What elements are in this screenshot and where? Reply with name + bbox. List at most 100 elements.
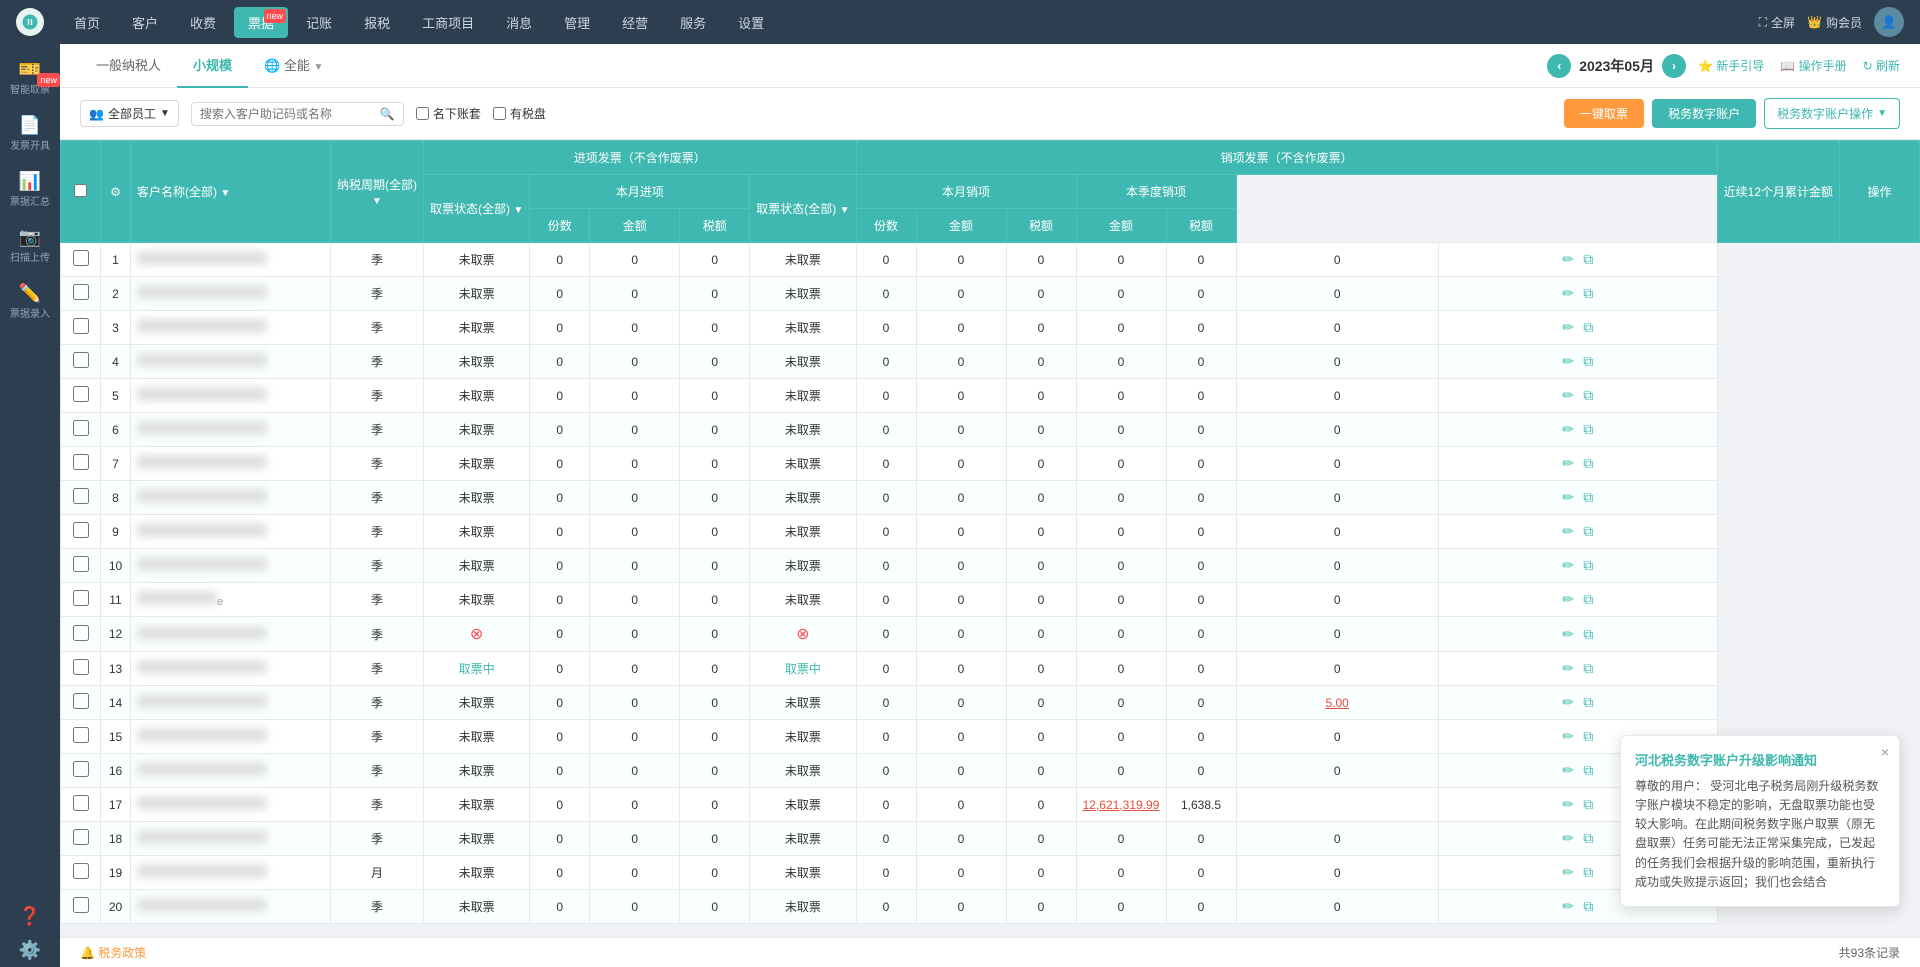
row-checkbox[interactable] bbox=[73, 284, 89, 300]
copy-icon[interactable]: ⧉ bbox=[1583, 251, 1593, 267]
copy-icon[interactable]: ⧉ bbox=[1583, 864, 1593, 880]
prev-month-btn[interactable]: ‹ bbox=[1547, 54, 1571, 78]
tax-account-ops-btn[interactable]: 税务数字账户操作 ▼ bbox=[1764, 98, 1900, 129]
edit-icon[interactable]: ✏ bbox=[1562, 830, 1574, 846]
nav-operation[interactable]: 经营 bbox=[608, 7, 662, 38]
tax-policy-link[interactable]: 🔔 税务政策 bbox=[80, 944, 146, 961]
row-checkbox[interactable] bbox=[73, 420, 89, 436]
tax-account-btn[interactable]: 税务数字账户 bbox=[1652, 99, 1756, 128]
sidebar-item-help[interactable]: ❓ bbox=[2, 899, 58, 933]
copy-icon[interactable]: ⧉ bbox=[1583, 694, 1593, 710]
edit-icon[interactable]: ✏ bbox=[1562, 251, 1574, 267]
tab-small-scale[interactable]: 小规模 bbox=[177, 44, 248, 88]
copy-icon[interactable]: ⧉ bbox=[1583, 455, 1593, 471]
row-checkbox[interactable] bbox=[73, 693, 89, 709]
select-all-checkbox[interactable] bbox=[74, 184, 87, 197]
nav-tax[interactable]: 报税 bbox=[350, 7, 404, 38]
nav-business[interactable]: 工商项目 bbox=[408, 7, 488, 38]
copy-icon[interactable]: ⧉ bbox=[1583, 898, 1593, 914]
edit-icon[interactable]: ✏ bbox=[1562, 728, 1574, 744]
row-checkbox[interactable] bbox=[73, 522, 89, 538]
sidebar-item-invoice-summary[interactable]: 📊 票据汇总 bbox=[2, 164, 58, 216]
row-checkbox[interactable] bbox=[73, 352, 89, 368]
employee-filter[interactable]: 👥 全部员工 ▼ bbox=[80, 100, 179, 127]
sidebar-item-invoice-open[interactable]: 📄 发票开具 bbox=[2, 108, 58, 160]
tax-disk-filter-checkbox[interactable] bbox=[493, 107, 506, 120]
edit-icon[interactable]: ✏ bbox=[1562, 762, 1574, 778]
manual-link[interactable]: 📖 操作手册 bbox=[1780, 57, 1846, 74]
row-checkbox[interactable] bbox=[73, 318, 89, 334]
copy-icon[interactable]: ⧉ bbox=[1583, 523, 1593, 539]
nav-manage[interactable]: 管理 bbox=[550, 7, 604, 38]
copy-icon[interactable]: ⧉ bbox=[1583, 285, 1593, 301]
edit-icon[interactable]: ✏ bbox=[1562, 455, 1574, 471]
copy-icon[interactable]: ⧉ bbox=[1583, 830, 1593, 846]
sidebar-item-settings[interactable]: ⚙️ bbox=[2, 933, 58, 967]
user-avatar[interactable]: 👤 bbox=[1874, 7, 1904, 37]
edit-icon[interactable]: ✏ bbox=[1562, 898, 1574, 914]
edit-icon[interactable]: ✏ bbox=[1562, 796, 1574, 812]
th-p-fetch-status[interactable]: 取票状态(全部) ▼ bbox=[424, 175, 530, 243]
edit-icon[interactable]: ✏ bbox=[1562, 319, 1574, 335]
row-checkbox[interactable] bbox=[73, 829, 89, 845]
row-checkbox[interactable] bbox=[73, 250, 89, 266]
row-checkbox[interactable] bbox=[73, 761, 89, 777]
row-checkbox[interactable] bbox=[73, 386, 89, 402]
edit-icon[interactable]: ✏ bbox=[1562, 523, 1574, 539]
copy-icon[interactable]: ⧉ bbox=[1583, 319, 1593, 335]
edit-icon[interactable]: ✏ bbox=[1562, 285, 1574, 301]
row-checkbox[interactable] bbox=[73, 727, 89, 743]
copy-icon[interactable]: ⧉ bbox=[1583, 728, 1593, 744]
nav-invoice[interactable]: 票据 new bbox=[234, 7, 288, 38]
sidebar-item-invoice-entry[interactable]: ✏️ 票据录入 bbox=[2, 276, 58, 328]
nav-client[interactable]: 客户 bbox=[118, 7, 172, 38]
copy-icon[interactable]: ⧉ bbox=[1583, 387, 1593, 403]
edit-icon[interactable]: ✏ bbox=[1562, 591, 1574, 607]
new-guide-link[interactable]: ⭐ 新手引导 bbox=[1698, 57, 1764, 74]
tab-general-taxpayer[interactable]: 一般纳税人 bbox=[80, 44, 177, 88]
row-checkbox[interactable] bbox=[73, 863, 89, 879]
refresh-link[interactable]: ↻ 刷新 bbox=[1863, 57, 1900, 74]
ledger-filter-checkbox[interactable] bbox=[416, 107, 429, 120]
member-btn[interactable]: 👑 购会员 bbox=[1807, 14, 1862, 31]
edit-icon[interactable]: ✏ bbox=[1562, 557, 1574, 573]
nav-accounting[interactable]: 记账 bbox=[292, 7, 346, 38]
copy-icon[interactable]: ⧉ bbox=[1583, 489, 1593, 505]
edit-icon[interactable]: ✏ bbox=[1562, 489, 1574, 505]
nav-service[interactable]: 服务 bbox=[666, 7, 720, 38]
row-checkbox[interactable] bbox=[73, 659, 89, 675]
copy-icon[interactable]: ⧉ bbox=[1583, 626, 1593, 642]
copy-icon[interactable]: ⧉ bbox=[1583, 660, 1593, 676]
tab-all[interactable]: 🌐 全能 ▼ bbox=[248, 44, 339, 88]
row-checkbox[interactable] bbox=[73, 590, 89, 606]
edit-icon[interactable]: ✏ bbox=[1562, 353, 1574, 369]
copy-icon[interactable]: ⧉ bbox=[1583, 762, 1593, 778]
search-icon[interactable]: 🔍 bbox=[372, 107, 403, 121]
edit-icon[interactable]: ✏ bbox=[1562, 864, 1574, 880]
th-client-name[interactable]: 客户名称(全部) ▼ bbox=[131, 141, 331, 243]
row-checkbox[interactable] bbox=[73, 556, 89, 572]
sidebar-item-scan-upload[interactable]: 📷 扫描上传 bbox=[2, 220, 58, 272]
nav-charge[interactable]: 收费 bbox=[176, 7, 230, 38]
next-month-btn[interactable]: › bbox=[1662, 54, 1686, 78]
fullscreen-btn[interactable]: ⛶ 全屏 bbox=[1759, 14, 1795, 31]
edit-icon[interactable]: ✏ bbox=[1562, 421, 1574, 437]
copy-icon[interactable]: ⧉ bbox=[1583, 557, 1593, 573]
edit-icon[interactable]: ✏ bbox=[1562, 660, 1574, 676]
copy-icon[interactable]: ⧉ bbox=[1583, 796, 1593, 812]
th-tax-period[interactable]: 纳税周期(全部)▼ bbox=[331, 141, 424, 243]
copy-icon[interactable]: ⧉ bbox=[1583, 353, 1593, 369]
edit-icon[interactable]: ✏ bbox=[1562, 694, 1574, 710]
nav-message[interactable]: 消息 bbox=[492, 7, 546, 38]
row-checkbox[interactable] bbox=[73, 454, 89, 470]
row-checkbox[interactable] bbox=[73, 625, 89, 641]
row-checkbox[interactable] bbox=[73, 795, 89, 811]
search-input[interactable] bbox=[192, 103, 372, 125]
sidebar-item-smart-fetch[interactable]: 🎫 智能取票 new bbox=[2, 52, 58, 104]
copy-icon[interactable]: ⧉ bbox=[1583, 591, 1593, 607]
nav-settings[interactable]: 设置 bbox=[724, 7, 778, 38]
copy-icon[interactable]: ⧉ bbox=[1583, 421, 1593, 437]
th-s-fetch-status[interactable]: 取票状态(全部) ▼ bbox=[750, 175, 856, 243]
row-checkbox[interactable] bbox=[73, 897, 89, 913]
edit-icon[interactable]: ✏ bbox=[1562, 626, 1574, 642]
